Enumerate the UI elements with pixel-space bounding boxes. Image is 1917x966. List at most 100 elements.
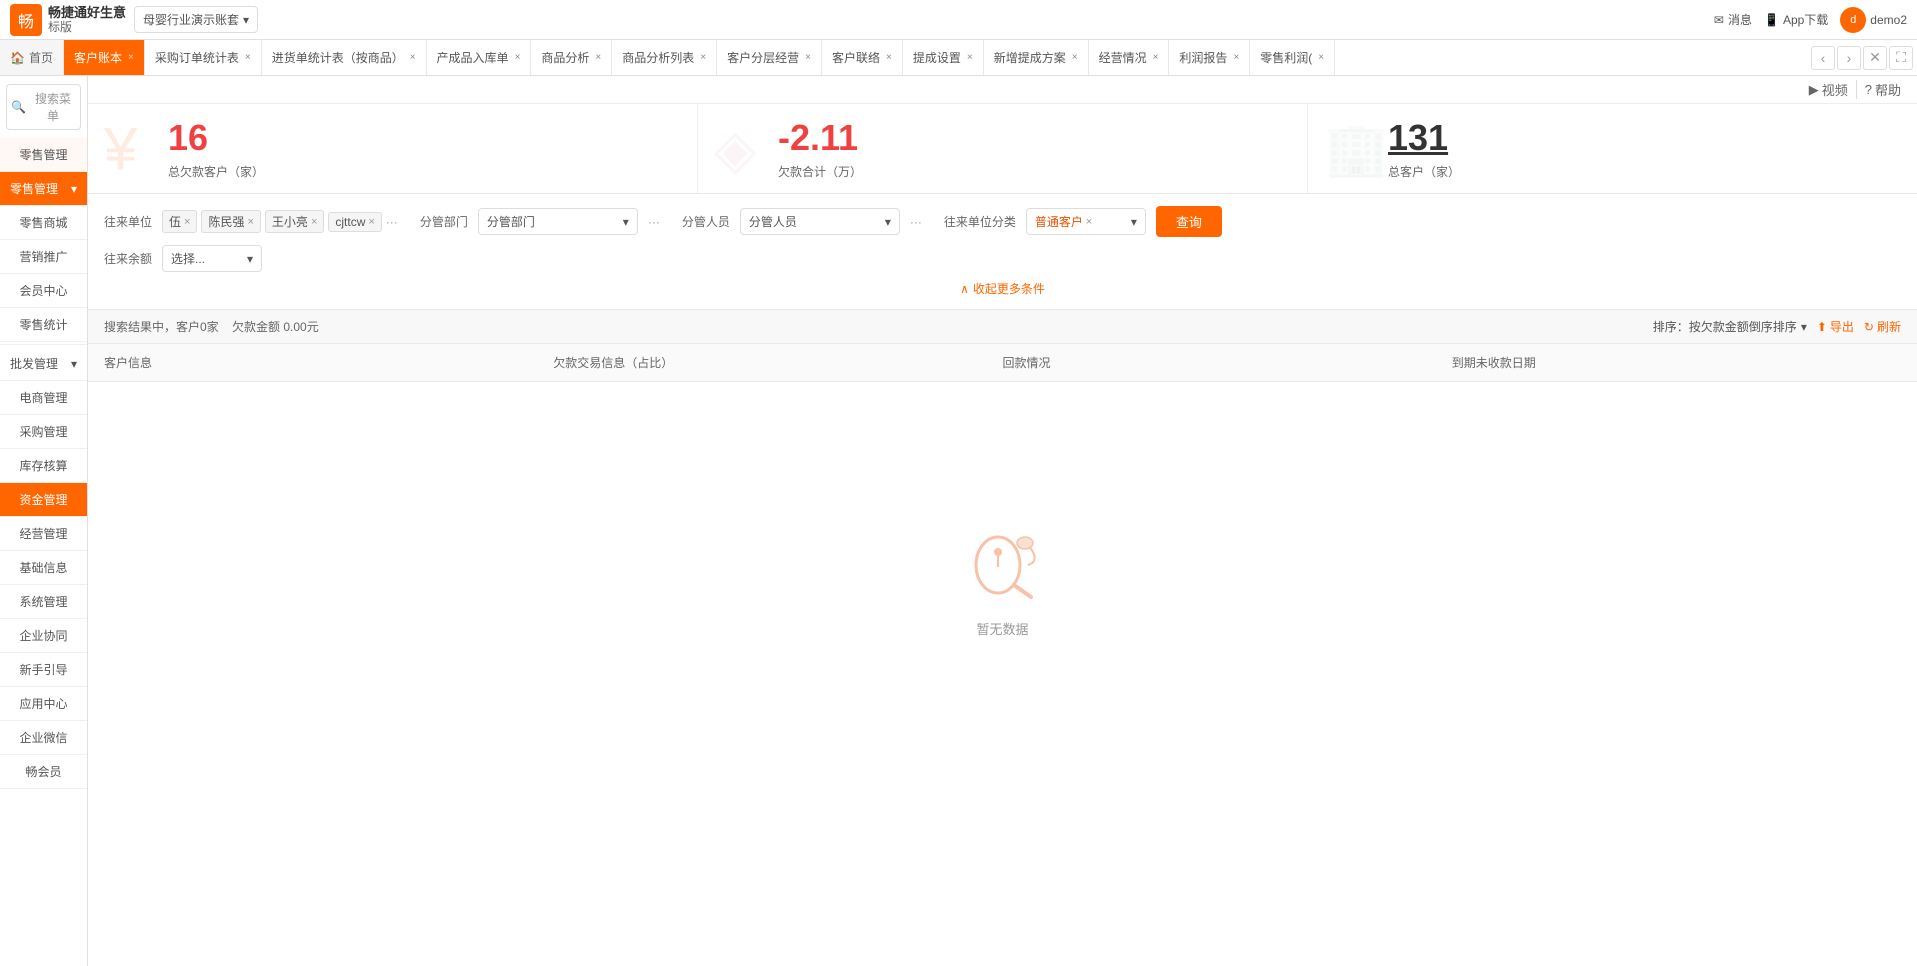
sidebar-item-retail-shop[interactable]: 零售商城 <box>0 206 87 240</box>
tab-proposal-settings[interactable]: 提成设置 × <box>903 40 984 76</box>
close-tab-goods-analysis[interactable]: × <box>595 52 601 63</box>
tab-close-all[interactable]: ✕ <box>1863 46 1887 70</box>
tab-scroll-left[interactable]: ‹ <box>1811 46 1835 70</box>
sidebar-item-retail-stat[interactable]: 零售统计 <box>0 308 87 342</box>
close-tab-purchase-order[interactable]: × <box>245 52 251 63</box>
sidebar-item-new-guide[interactable]: 新手引导 <box>0 653 87 687</box>
tab-profit-report[interactable]: 利润报告 × <box>1169 40 1250 76</box>
close-tab-credit[interactable]: × <box>128 52 134 63</box>
export-icon: ⬆ <box>1817 320 1827 334</box>
sidebar-item-purchase[interactable]: 采购管理 <box>0 415 87 449</box>
remove-tag-chen[interactable]: × <box>247 216 253 228</box>
tab-scroll-right[interactable]: › <box>1837 46 1861 70</box>
remove-tag-cjttcw[interactable]: × <box>368 216 374 228</box>
sidebar-search-btn[interactable]: 🔍 搜索菜单 <box>6 84 81 130</box>
filter-balance-select[interactable]: 选择... ▾ <box>162 245 262 272</box>
tab-home[interactable]: 🏠 首页 <box>0 40 64 76</box>
tab-production[interactable]: 产成品入库单 × <box>427 40 532 76</box>
sidebar-item-retail[interactable]: 零售管理 ▾ <box>0 172 87 206</box>
export-btn[interactable]: ⬆ 导出 <box>1817 318 1854 335</box>
tab-purchase-order[interactable]: 采购订单统计表 × <box>145 40 262 76</box>
tab-fullscreen[interactable]: ⛶ <box>1889 46 1913 70</box>
sidebar-item-wholesale[interactable]: 批发管理 ▾ <box>0 347 87 381</box>
card2-content: -2.11 欠款合计（万） <box>778 117 862 180</box>
collapse-icon: ∧ <box>960 282 969 296</box>
tab-retail-profit[interactable]: 零售利润( × <box>1250 40 1335 76</box>
card3-content: 131 总客户（家） <box>1388 117 1460 180</box>
empty-state: 暂无数据 <box>923 487 1083 678</box>
chevron-dept: ▾ <box>623 215 629 229</box>
refresh-btn[interactable]: ↻ 刷新 <box>1864 318 1901 335</box>
summary-card-total-customers: 🏢 131 总客户（家） <box>1308 104 1917 193</box>
close-tab-profit-report[interactable]: × <box>1233 52 1239 63</box>
filter-row-1: 往来单位 伍 × 陈民强 × 王小亮 × cjttcw <box>104 206 1901 237</box>
close-tab-production[interactable]: × <box>515 52 521 63</box>
remove-tag-wu[interactable]: × <box>184 216 190 228</box>
logo-area: 畅 畅捷通好生意 标版 <box>10 4 126 36</box>
remove-tag-wang[interactable]: × <box>311 216 317 228</box>
filter-label-dept: 分管部门 <box>420 213 468 230</box>
filter-tag-chen: 陈民强 × <box>201 210 260 233</box>
tab-customer-segment[interactable]: 客户分层经营 × <box>717 40 822 76</box>
filter-classify-select[interactable]: 普通客户 × ▾ <box>1026 208 1146 235</box>
sidebar-quick-nav[interactable]: 零售管理 <box>0 138 87 172</box>
close-tab-proposal-settings[interactable]: × <box>967 52 973 63</box>
top-bar: 畅 畅捷通好生意 标版 母婴行业演示账套 ▾ ✉ 消息 📱 App下载 d de… <box>0 0 1917 40</box>
sort-select[interactable]: 排序：按欠款金额倒序排序 ▾ <box>1653 318 1807 335</box>
close-tab-new-proposal[interactable]: × <box>1072 52 1078 63</box>
sidebar-item-enterprise[interactable]: 企业协同 <box>0 619 87 653</box>
filter-person-select[interactable]: 分管人员 ▾ <box>740 208 900 235</box>
help-icon: ? <box>1865 82 1872 97</box>
remove-classify-tag[interactable]: × <box>1086 216 1092 228</box>
close-tab-purchase-stat[interactable]: × <box>410 52 416 63</box>
tab-customer-contact[interactable]: 客户联络 × <box>822 40 903 76</box>
sidebar-item-operation-mgmt[interactable]: 经营管理 <box>0 517 87 551</box>
summary-row: ¥ 16 总欠款客户（家） ◈ -2.11 欠款合计（万） 🏢 131 <box>88 104 1917 194</box>
tab-credit[interactable]: 客户账本 × <box>64 40 145 76</box>
sidebar-item-member-plus[interactable]: 畅会员 <box>0 755 87 789</box>
close-tab-goods-list[interactable]: × <box>700 52 706 63</box>
collapse-btn[interactable]: ∧ 收起更多条件 <box>960 280 1045 297</box>
video-link[interactable]: ▶ 视频 <box>1809 80 1848 99</box>
result-bar-actions: 排序：按欠款金额倒序排序 ▾ ⬆ 导出 ↻ 刷新 <box>1653 318 1901 335</box>
home-icon: 🏠 <box>10 51 25 65</box>
sidebar-item-inventory[interactable]: 库存核算 <box>0 449 87 483</box>
card1-icon: ¥ <box>104 114 137 183</box>
query-button[interactable]: 查询 <box>1156 206 1222 237</box>
tab-goods-list[interactable]: 商品分析列表 × <box>612 40 717 76</box>
close-tab-customer-segment[interactable]: × <box>805 52 811 63</box>
sidebar-item-basic-info[interactable]: 基础信息 <box>0 551 87 585</box>
empty-icon <box>963 527 1043 607</box>
close-tab-retail-profit[interactable]: × <box>1318 52 1324 63</box>
chevron-icon: ▾ <box>71 182 77 196</box>
account-selector[interactable]: 母婴行业演示账套 ▾ <box>134 6 258 33</box>
app-download-btn[interactable]: 📱 App下载 <box>1764 11 1828 28</box>
filter-label-balance: 往来余额 <box>104 250 152 267</box>
sidebar-item-marketing[interactable]: 营销推广 <box>0 240 87 274</box>
logo-icon: 畅 <box>10 4 42 36</box>
tab-new-proposal[interactable]: 新增提成方案 × <box>984 40 1089 76</box>
sidebar-item-ecommerce[interactable]: 电商管理 <box>0 381 87 415</box>
filter-tag-wang: 王小亮 × <box>265 210 324 233</box>
search-icon: 🔍 <box>11 100 26 114</box>
user-profile[interactable]: d demo2 <box>1840 7 1907 33</box>
sidebar-item-finance[interactable]: 资金管理 <box>0 483 87 517</box>
tab-nav: 🏠 首页 客户账本 × 采购订单统计表 × 进货单统计表（按商品） × 产成品入… <box>0 40 1917 76</box>
message-btn[interactable]: ✉ 消息 <box>1714 11 1752 28</box>
filter-more-tags[interactable]: ··· <box>386 215 398 229</box>
tab-nav-actions: ‹ › ✕ ⛶ <box>1807 46 1917 70</box>
sidebar-item-member[interactable]: 会员中心 <box>0 274 87 308</box>
filter-dept-more[interactable]: ··· <box>648 215 660 229</box>
avatar: d <box>1840 7 1866 33</box>
tab-purchase-stat[interactable]: 进货单统计表（按商品） × <box>262 40 427 76</box>
close-tab-customer-contact[interactable]: × <box>886 52 892 63</box>
tab-operation[interactable]: 经营情况 × <box>1089 40 1170 76</box>
help-link[interactable]: ? 帮助 <box>1865 80 1901 99</box>
sidebar-item-app-center[interactable]: 应用中心 <box>0 687 87 721</box>
filter-person-more[interactable]: ··· <box>910 215 922 229</box>
filter-dept-select[interactable]: 分管部门 ▾ <box>478 208 638 235</box>
sidebar-item-enterprise-wechat[interactable]: 企业微信 <box>0 721 87 755</box>
tab-goods-analysis[interactable]: 商品分析 × <box>531 40 612 76</box>
close-tab-operation[interactable]: × <box>1153 52 1159 63</box>
sidebar-item-system[interactable]: 系统管理 <box>0 585 87 619</box>
